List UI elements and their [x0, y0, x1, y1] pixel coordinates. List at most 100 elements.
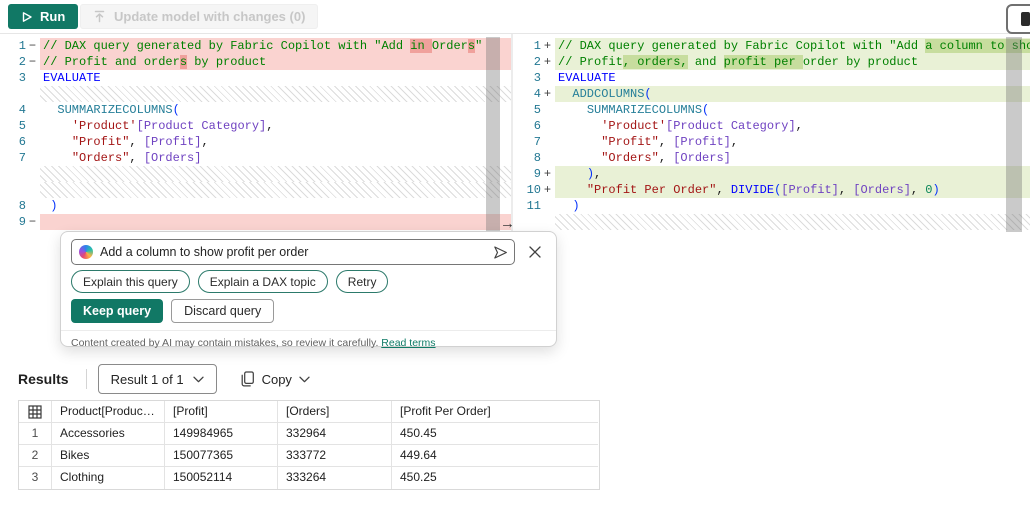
code-line[interactable]: 9 + ), — [515, 166, 1030, 182]
code-text[interactable]: ) — [555, 198, 1030, 214]
code-text[interactable]: // DAX query generated by Fabric Copilot… — [555, 38, 1030, 54]
table-cell[interactable]: 450.45 — [392, 423, 598, 445]
code-text[interactable]: SUMMARIZECOLUMNS( — [555, 102, 1030, 118]
column-header[interactable]: [Profit Per Order] — [392, 401, 598, 423]
code-line[interactable]: 6 "Profit", [Profit], — [0, 134, 511, 150]
table-cell[interactable]: Accessories — [52, 423, 165, 445]
line-gutter: 9− — [0, 214, 40, 230]
code-line[interactable]: 6 'Product'[Product Category], — [515, 118, 1030, 134]
send-button[interactable] — [489, 242, 511, 262]
line-gutter: 6 — [515, 118, 555, 134]
column-header[interactable]: Product[Product Category] — [52, 401, 165, 423]
row-number[interactable]: 3 — [19, 467, 52, 489]
code-line[interactable]: 3 EVALUATE — [515, 70, 1030, 86]
code-line[interactable]: 5 SUMMARIZECOLUMNS( — [515, 102, 1030, 118]
code-line[interactable]: 7 "Profit", [Profit], — [515, 134, 1030, 150]
line-gutter — [515, 214, 555, 230]
suggestion-pill[interactable]: Retry — [335, 270, 389, 293]
code-line[interactable]: 9− — [0, 214, 511, 230]
code-line[interactable]: 1 +// DAX query generated by Fabric Copil… — [515, 38, 1030, 54]
table-body: 1 Accessories 149984965 332964 450.45 2 Bikes 1… — [19, 423, 599, 489]
copy-icon — [240, 371, 255, 387]
code-line[interactable]: 8 ) — [0, 198, 511, 214]
line-gutter: 10 + — [515, 182, 555, 198]
results-bar: Results Result 1 of 1 Copy — [18, 363, 314, 395]
table-cell[interactable]: 149984965 — [165, 423, 278, 445]
code-line[interactable]: 8 "Orders", [Orders] — [515, 150, 1030, 166]
code-line[interactable]: 4 + ADDCOLUMNS( — [515, 86, 1030, 102]
table-cell[interactable]: 150077365 — [165, 445, 278, 467]
code-text[interactable]: "Profit Per Order", DIVIDE([Profit], [Or… — [555, 182, 1030, 198]
code-line[interactable]: 2−// Profit and orders by product — [0, 54, 511, 70]
code-line[interactable]: 7 "Orders", [Orders] — [0, 150, 511, 166]
toolbar-right-partial-button[interactable] — [1006, 4, 1030, 34]
code-text[interactable]: ADDCOLUMNS( — [555, 86, 1030, 102]
table-cell[interactable]: 332964 — [278, 423, 392, 445]
code-text[interactable]: "Orders", [Orders] — [40, 150, 511, 166]
code-line[interactable]: 1−// DAX query generated by Fabric Copil… — [0, 38, 511, 54]
code-line[interactable]: 4 SUMMARIZECOLUMNS( — [0, 102, 511, 118]
code-line[interactable]: 11 ) — [515, 198, 1030, 214]
code-text[interactable]: ), — [555, 166, 1030, 182]
code-line[interactable]: 10 + "Profit Per Order", DIVIDE([Profit],… — [515, 182, 1030, 198]
upload-arrow-icon — [93, 10, 106, 23]
ai-disclaimer: Content created by AI may contain mistak… — [71, 331, 546, 349]
copy-label: Copy — [261, 371, 292, 387]
keep-query-button[interactable]: Keep query — [71, 299, 164, 323]
read-terms-link[interactable]: Read terms — [381, 337, 435, 349]
diff-filler-row — [0, 86, 511, 102]
line-gutter: 3 — [515, 70, 555, 86]
code-line[interactable]: 2 +// Profit, orders, and profit per orde… — [515, 54, 1030, 70]
copilot-input-wrap — [71, 239, 515, 265]
toolbar: Run Update model with changes (0) — [0, 0, 1030, 34]
code-text[interactable]: EVALUATE — [555, 70, 1030, 86]
code-text[interactable]: // Profit, orders, and profit per order … — [555, 54, 1030, 70]
code-text[interactable]: ) — [40, 198, 511, 214]
table-cell[interactable]: 150052114 — [165, 467, 278, 489]
scrollbar-right[interactable] — [1006, 37, 1022, 232]
editor-pane-left[interactable]: 1−// DAX query generated by Fabric Copil… — [0, 34, 511, 234]
code-text[interactable]: "Profit", [Profit], — [555, 134, 1030, 150]
close-button[interactable] — [524, 241, 546, 263]
copilot-prompt-input[interactable] — [71, 239, 515, 265]
column-header[interactable]: [Orders] — [278, 401, 392, 423]
run-button[interactable]: Run — [8, 4, 79, 29]
code-text — [40, 166, 511, 182]
code-text[interactable]: "Orders", [Orders] — [555, 150, 1030, 166]
table-cell[interactable]: 450.25 — [392, 467, 598, 489]
copy-button[interactable]: Copy — [236, 364, 314, 394]
code-text[interactable]: // DAX query generated by Fabric Copilot… — [40, 38, 511, 54]
code-line[interactable]: 3 EVALUATE — [0, 70, 511, 86]
partial-icon — [1021, 12, 1030, 26]
editor-pane-right[interactable]: 1 +// DAX query generated by Fabric Copil… — [515, 34, 1030, 234]
code-line[interactable]: 5 'Product'[Product Category], — [0, 118, 511, 134]
code-text[interactable]: 'Product'[Product Category], — [40, 118, 511, 134]
suggestion-pill[interactable]: Explain a DAX topic — [197, 270, 328, 293]
diff-editor: 1−// DAX query generated by Fabric Copil… — [0, 34, 1030, 234]
table-cell[interactable]: 449.64 — [392, 445, 598, 467]
row-number[interactable]: 2 — [19, 445, 52, 467]
row-number[interactable]: 1 — [19, 423, 52, 445]
code-text[interactable]: // Profit and orders by product — [40, 54, 511, 70]
line-gutter: 6 — [0, 134, 40, 150]
table-cell[interactable]: Bikes — [52, 445, 165, 467]
right-arrow-icon[interactable]: → — [500, 216, 515, 232]
table-cell[interactable]: Clothing — [52, 467, 165, 489]
column-header[interactable]: [Profit] — [165, 401, 278, 423]
update-model-button[interactable]: Update model with changes (0) — [80, 4, 319, 29]
code-text[interactable]: "Profit", [Profit], — [40, 134, 511, 150]
code-text[interactable]: SUMMARIZECOLUMNS( — [40, 102, 511, 118]
code-text[interactable]: EVALUATE — [40, 70, 511, 86]
result-selector[interactable]: Result 1 of 1 — [97, 364, 217, 394]
table-cell[interactable]: 333264 — [278, 467, 392, 489]
code-text[interactable] — [40, 214, 511, 230]
discard-query-button[interactable]: Discard query — [171, 299, 275, 323]
line-gutter: 7 — [515, 134, 555, 150]
scrollbar-left[interactable] — [486, 37, 500, 232]
table-cell[interactable]: 333772 — [278, 445, 392, 467]
disclaimer-text: Content created by AI may contain mistak… — [71, 337, 382, 349]
editor-sash[interactable] — [511, 34, 513, 234]
code-text[interactable]: 'Product'[Product Category], — [555, 118, 1030, 134]
table-row: 2 Bikes 150077365 333772 449.64 — [19, 445, 599, 467]
suggestion-pill[interactable]: Explain this query — [71, 270, 190, 293]
